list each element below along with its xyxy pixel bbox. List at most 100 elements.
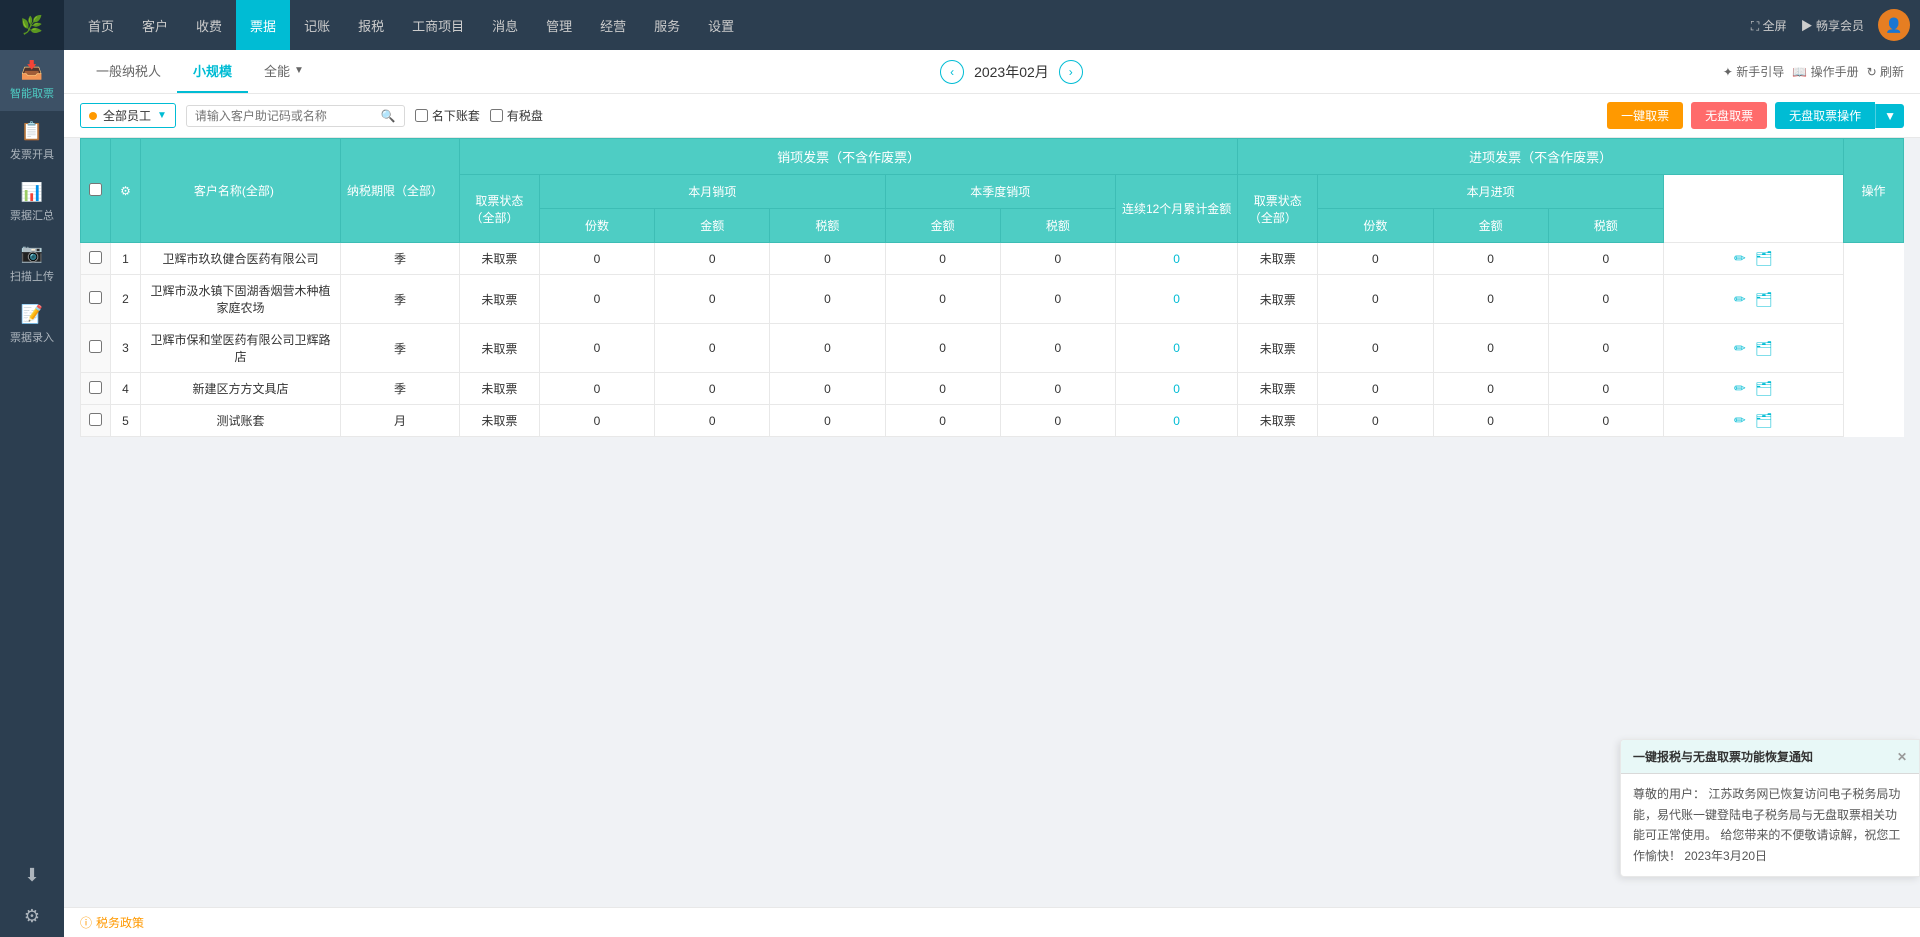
nav-settings[interactable]: 设置 bbox=[694, 0, 748, 50]
row-checkbox[interactable] bbox=[81, 243, 111, 275]
sidebar-item-download[interactable]: ⬇ bbox=[0, 855, 64, 896]
year12-link[interactable]: 0 bbox=[1173, 292, 1180, 306]
row-select-checkbox[interactable] bbox=[89, 251, 102, 264]
th-mp-count: 份数 bbox=[1318, 209, 1433, 243]
th-mp-tax: 税额 bbox=[1548, 209, 1663, 243]
sidebar-item-invoice-summary[interactable]: 📊 票据汇总 bbox=[0, 172, 64, 233]
nav-billing[interactable]: 收费 bbox=[182, 0, 236, 50]
fullscreen-button[interactable]: ⛶ 全屏 bbox=[1751, 17, 1787, 34]
no-disk-ops-button[interactable]: 无盘取票操作 bbox=[1775, 102, 1875, 129]
row-purchase-status: 未取票 bbox=[1238, 324, 1318, 373]
manual-button[interactable]: 📖 操作手册 bbox=[1792, 63, 1858, 80]
row-actions: ✏ 🗂 bbox=[1663, 405, 1843, 437]
has-tax-disk-checkbox[interactable] bbox=[490, 109, 503, 122]
year12-link[interactable]: 0 bbox=[1173, 382, 1180, 396]
row-checkbox[interactable] bbox=[81, 373, 111, 405]
table-settings-icon[interactable]: ⚙ bbox=[120, 184, 131, 198]
edit-icon[interactable]: ✏ bbox=[1731, 250, 1749, 266]
year12-link[interactable]: 0 bbox=[1173, 252, 1180, 266]
view-icon[interactable]: 🗂 bbox=[1752, 291, 1776, 307]
nav-bookkeeping[interactable]: 记账 bbox=[290, 0, 344, 50]
filter-dot bbox=[89, 112, 97, 120]
row-checkbox[interactable] bbox=[81, 405, 111, 437]
sidebar-item-settings-bottom[interactable]: ⚙ bbox=[0, 896, 64, 937]
view-icon[interactable]: 🗂 bbox=[1752, 250, 1776, 266]
select-all-checkbox[interactable] bbox=[89, 183, 102, 196]
edit-icon[interactable]: ✏ bbox=[1731, 291, 1749, 307]
sidebar-item-invoice-entry[interactable]: 📝 票据录入 bbox=[0, 294, 64, 355]
sales-status-filter-icon[interactable]: ▼ bbox=[518, 214, 528, 225]
row-ms-tax: 0 bbox=[770, 324, 885, 373]
tab-header-right: ✦ 新手引导 📖 操作手册 ↻ 刷新 bbox=[1723, 63, 1920, 80]
row-actions: ✏ 🗂 bbox=[1663, 324, 1843, 373]
user-avatar[interactable]: 👤 bbox=[1878, 9, 1910, 41]
no-disk-fetch-button[interactable]: 无盘取票 bbox=[1691, 102, 1767, 129]
tab-general-taxpayer[interactable]: 一般纳税人 bbox=[80, 50, 177, 93]
refresh-button[interactable]: ↻ 刷新 bbox=[1867, 63, 1904, 80]
sub-account-checkbox[interactable] bbox=[415, 109, 428, 122]
name-filter-icon[interactable]: ▼ bbox=[277, 187, 287, 198]
tab-small-scale[interactable]: 小规模 bbox=[177, 50, 248, 93]
view-icon[interactable]: 🗂 bbox=[1752, 340, 1776, 356]
purchase-status-filter-icon[interactable]: ▼ bbox=[1297, 214, 1307, 225]
tax-period-filter-icon[interactable]: ▼ bbox=[443, 187, 453, 198]
has-tax-disk-filter[interactable]: 有税盘 bbox=[490, 107, 543, 124]
notif-header: 一键报税与无盘取票功能恢复通知 ✕ bbox=[1621, 740, 1919, 774]
row-checkbox[interactable] bbox=[81, 324, 111, 373]
employee-filter[interactable]: 全部员工 ▼ bbox=[80, 103, 176, 128]
nav-messages[interactable]: 消息 bbox=[478, 0, 532, 50]
row-select-checkbox[interactable] bbox=[89, 340, 102, 353]
sidebar-item-issue-invoice[interactable]: 📋 发票开具 bbox=[0, 111, 64, 172]
row-ms-amount: 0 bbox=[655, 373, 770, 405]
row-mp-tax: 0 bbox=[1548, 324, 1663, 373]
invoice-summary-icon: 📊 bbox=[21, 182, 43, 203]
row-select-checkbox[interactable] bbox=[89, 381, 102, 394]
new-guide-button[interactable]: ✦ 新手引导 bbox=[1723, 63, 1784, 80]
row-ms-amount: 0 bbox=[655, 405, 770, 437]
nav-operations[interactable]: 经营 bbox=[586, 0, 640, 50]
tab-all[interactable]: 全能 ▼ bbox=[248, 50, 320, 93]
nav-customer[interactable]: 客户 bbox=[128, 0, 182, 50]
nav-home[interactable]: 首页 bbox=[74, 0, 128, 50]
nav-management[interactable]: 管理 bbox=[532, 0, 586, 50]
sidebar: 🌿 📥 智能取票 📋 发票开具 📊 票据汇总 📷 扫描上传 📝 票据录入 ⬇ ⚙ bbox=[0, 0, 64, 937]
download-icon: ⬇ bbox=[24, 865, 39, 886]
view-icon[interactable]: 🗂 bbox=[1752, 412, 1776, 428]
edit-icon[interactable]: ✏ bbox=[1731, 380, 1749, 396]
search-icon[interactable]: 🔍 bbox=[381, 109, 396, 123]
row-select-checkbox[interactable] bbox=[89, 413, 102, 426]
row-year12: 0 bbox=[1115, 405, 1237, 437]
year12-link[interactable]: 0 bbox=[1173, 414, 1180, 428]
row-ms-tax: 0 bbox=[770, 275, 885, 324]
nav-service[interactable]: 服务 bbox=[640, 0, 694, 50]
row-select-checkbox[interactable] bbox=[89, 291, 102, 304]
nav-business[interactable]: 工商项目 bbox=[398, 0, 478, 50]
tax-policy-link[interactable]: 税务政策 bbox=[96, 914, 144, 931]
row-qs-tax: 0 bbox=[1000, 243, 1115, 275]
filter-row: 全部员工 ▼ 🔍 名下账套 有税盘 bbox=[80, 103, 543, 128]
period-prev-button[interactable]: ‹ bbox=[940, 60, 964, 84]
sidebar-item-smart-fetch[interactable]: 📥 智能取票 bbox=[0, 50, 64, 111]
nav-invoice[interactable]: 票据 bbox=[236, 0, 290, 50]
no-disk-ops-dropdown[interactable]: ▼ bbox=[1875, 104, 1904, 128]
th-purchase-status: 取票状态（全部）▼ bbox=[1238, 175, 1318, 243]
th-qs-amount: 金额 bbox=[885, 209, 1000, 243]
year12-link[interactable]: 0 bbox=[1173, 341, 1180, 355]
th-year12: 连续12个月累计金额 bbox=[1115, 175, 1237, 243]
row-checkbox[interactable] bbox=[81, 275, 111, 324]
search-input[interactable] bbox=[195, 109, 375, 123]
member-button[interactable]: ▶ 畅享会员 bbox=[1801, 17, 1864, 34]
invoice-entry-icon: 📝 bbox=[21, 304, 43, 325]
sidebar-item-scan-upload[interactable]: 📷 扫描上传 bbox=[0, 233, 64, 294]
edit-icon[interactable]: ✏ bbox=[1731, 412, 1749, 428]
notif-close-icon[interactable]: ✕ bbox=[1897, 750, 1907, 764]
period-next-button[interactable]: › bbox=[1059, 60, 1083, 84]
nav-tax[interactable]: 报税 bbox=[344, 0, 398, 50]
row-mp-amount: 0 bbox=[1433, 243, 1548, 275]
edit-icon[interactable]: ✏ bbox=[1731, 340, 1749, 356]
row-qs-tax: 0 bbox=[1000, 373, 1115, 405]
view-icon[interactable]: 🗂 bbox=[1752, 380, 1776, 396]
one-click-fetch-button[interactable]: 一键取票 bbox=[1607, 102, 1683, 129]
row-sales-status: 未取票 bbox=[459, 275, 539, 324]
sub-account-filter[interactable]: 名下账套 bbox=[415, 107, 480, 124]
